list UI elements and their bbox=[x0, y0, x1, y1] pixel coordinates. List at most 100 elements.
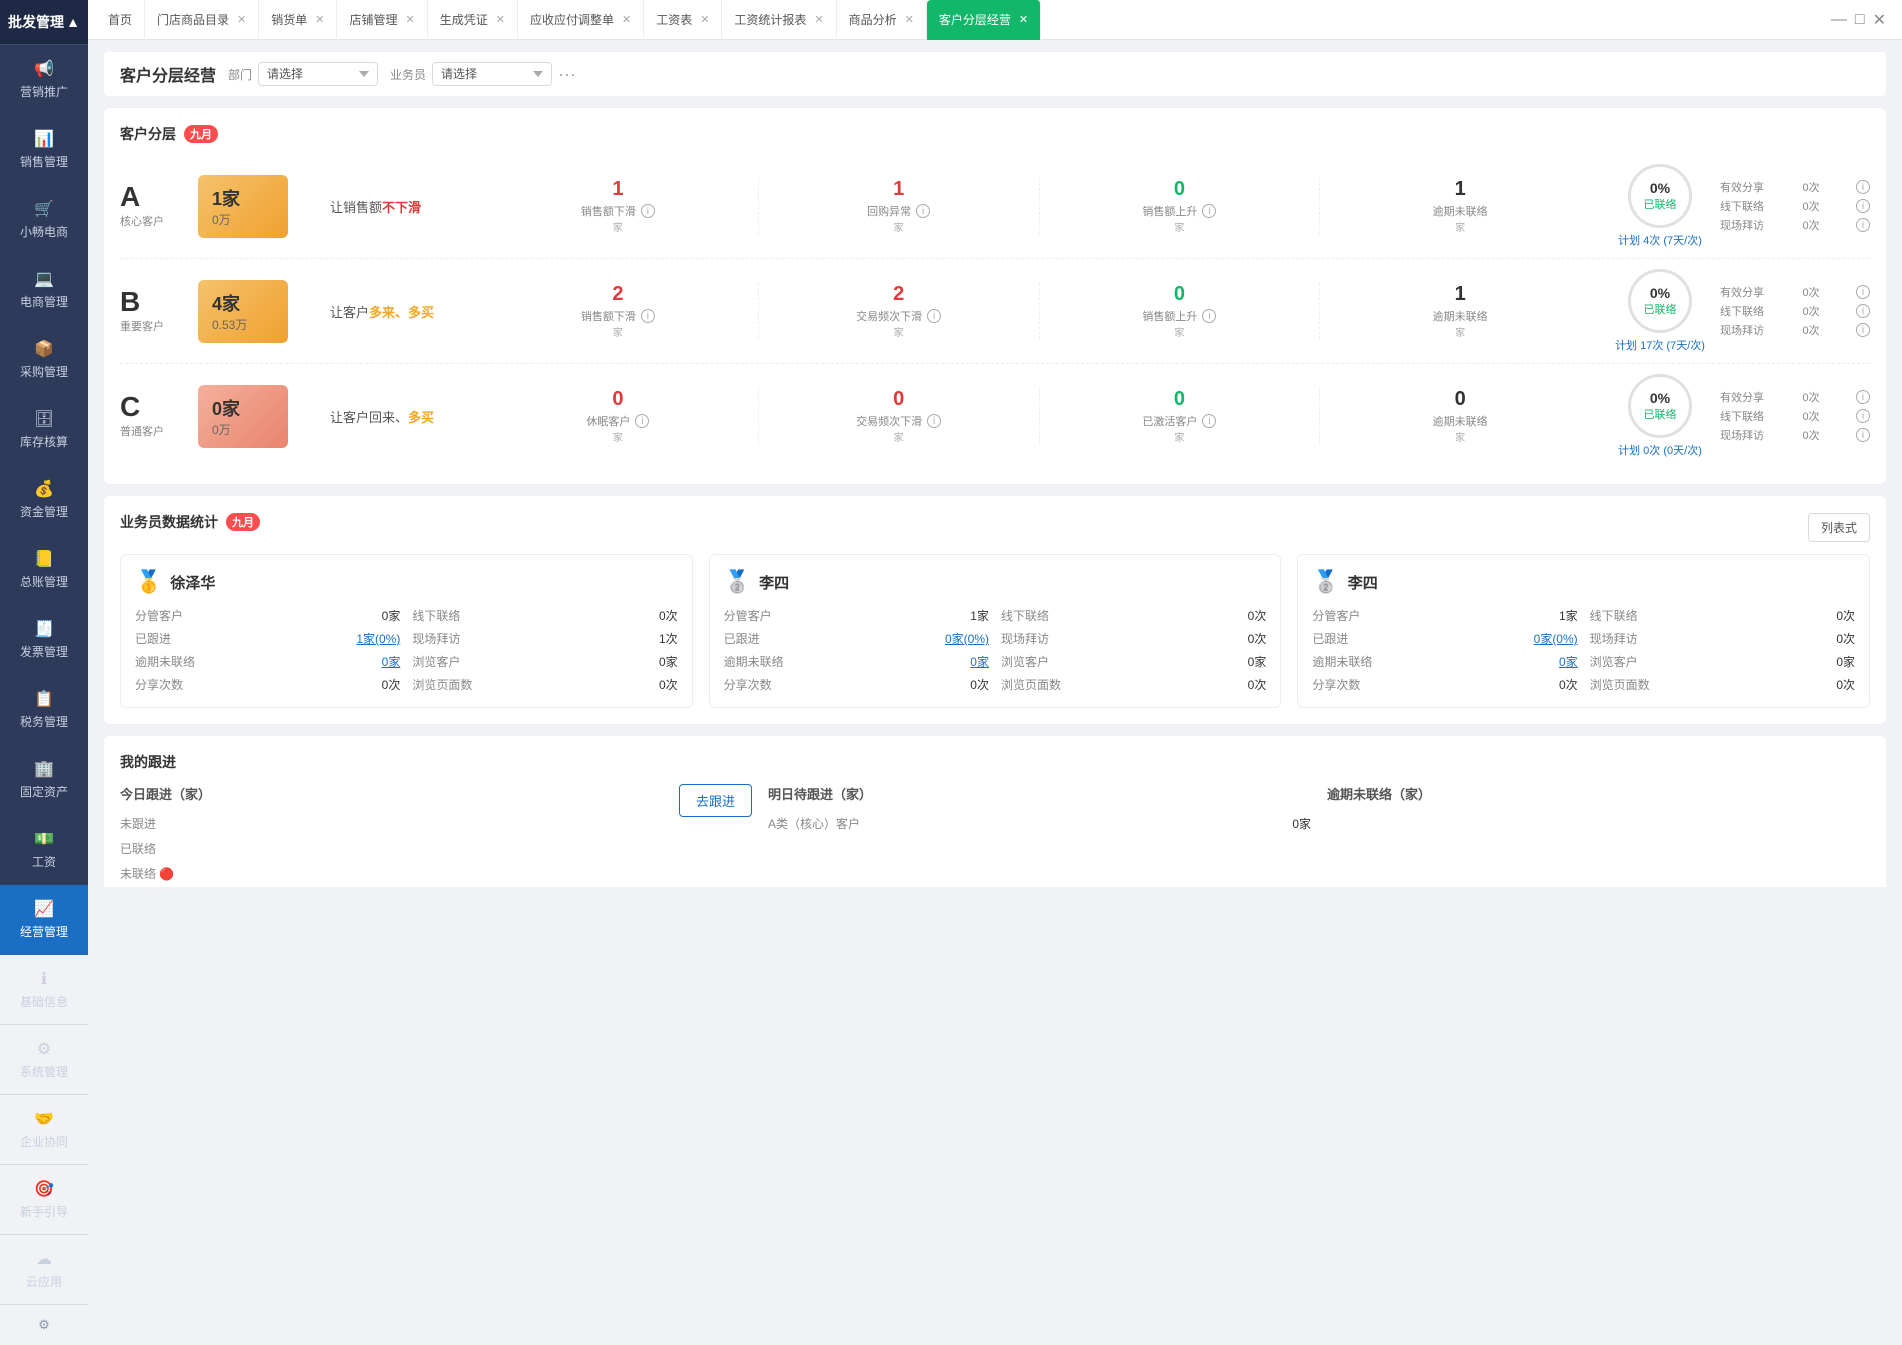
sidebar-item-diangshang[interactable]: 💻 电商管理 bbox=[0, 255, 88, 325]
info-icon-stat3[interactable]: i bbox=[1202, 309, 1216, 323]
info-icon-right1[interactable]: i bbox=[1856, 180, 1870, 194]
tab-close-store[interactable]: ✕ bbox=[237, 13, 246, 26]
tab-label-voucher: 生成凭证 bbox=[440, 11, 488, 28]
tab-close-receivable[interactable]: ✕ bbox=[622, 13, 631, 26]
info-icon-right3[interactable]: i bbox=[1856, 218, 1870, 232]
info-icon-stat1[interactable]: i bbox=[641, 309, 655, 323]
sidebar-item-gudingzichan[interactable]: 🏢固定资产 bbox=[0, 745, 88, 815]
tab-close-customer[interactable]: ✕ bbox=[1019, 13, 1028, 26]
info-icon-stat1[interactable]: i bbox=[641, 204, 655, 218]
sales-select[interactable]: 请选择 bbox=[432, 62, 552, 86]
sidebar-icon-jingying: 📈 bbox=[8, 899, 80, 919]
staff-name-2: 李四 bbox=[1348, 572, 1378, 593]
go-follow-button[interactable]: 去跟进 bbox=[679, 784, 752, 817]
sidebar-label-diangshang: 电商管理 bbox=[8, 293, 80, 310]
staff-stat-item: 线下联络 0次 bbox=[1001, 607, 1266, 624]
info-icon-stat2[interactable]: i bbox=[916, 204, 930, 218]
tab-maximize-icon[interactable]: □ bbox=[1855, 11, 1865, 29]
content-area: 客户分层经营 部门 请选择 业务员 请选择 ··· 客户分层 九月 bbox=[88, 40, 1902, 887]
main-area: 首页门店商品目录✕销货单✕店铺管理✕生成凭证✕应收应付调整单✕工资表✕工资统计报… bbox=[88, 0, 1902, 887]
tier-right-stats-C: 有效分享 0次 i 线下联络 0次 i 现场拜访 0次 i bbox=[1720, 389, 1870, 443]
tab-close-shop[interactable]: ✕ bbox=[406, 13, 415, 26]
tab-close-wage[interactable]: ✕ bbox=[700, 13, 709, 26]
sidebar-icon-xinshou: 🎯 bbox=[8, 1179, 80, 1199]
sidebar-item-zongzhang[interactable]: 📒 总账管理 bbox=[0, 535, 88, 605]
tier-right-stats-B: 有效分享 0次 i 线下联络 0次 i 现场拜访 0次 i bbox=[1720, 284, 1870, 338]
tab-close-wagereport[interactable]: ✕ bbox=[814, 13, 823, 26]
sidebar-settings[interactable]: ⚙ bbox=[0, 1305, 88, 1345]
tab-receivable[interactable]: 应收应付调整单✕ bbox=[518, 0, 644, 40]
customer-tier-section: 客户分层 九月 A 核心客户 1家 0万 让销售额不下滑 1 销售额下滑i 家 … bbox=[104, 108, 1886, 484]
sidebar-label-caigou: 采购管理 bbox=[8, 363, 80, 380]
staff-stat-item: 已跟进 0家(0%) bbox=[724, 630, 989, 647]
more-options-icon[interactable]: ··· bbox=[558, 64, 576, 85]
info-icon-stat3[interactable]: i bbox=[1202, 414, 1216, 428]
info-icon-right1[interactable]: i bbox=[1856, 285, 1870, 299]
sidebar-label-fapiao: 发票管理 bbox=[8, 643, 80, 660]
info-icon-stat2[interactable]: i bbox=[927, 414, 941, 428]
followup-grid: 今日跟进（家） 未跟进已联络未联络 🔴无需跟进1 去跟进 明日待跟进（家） A类… bbox=[120, 784, 1870, 887]
info-icon-stat3[interactable]: i bbox=[1202, 204, 1216, 218]
staff-stat-item: 逾期未联络 0家 bbox=[1312, 653, 1577, 670]
info-icon-right2[interactable]: i bbox=[1856, 304, 1870, 318]
sidebar-item-jingying[interactable]: 📈经营管理 bbox=[0, 885, 88, 955]
sidebar-item-xiaoshou[interactable]: 📊销售管理 bbox=[0, 115, 88, 185]
sidebar-item-xinshou[interactable]: 🎯新手引导 bbox=[0, 1165, 88, 1235]
sidebar-item-gongzi[interactable]: 💵工资 bbox=[0, 815, 88, 885]
tab-wagereport[interactable]: 工资统计报表✕ bbox=[722, 0, 836, 40]
info-icon-right1[interactable]: i bbox=[1856, 390, 1870, 404]
sidebar: 批发管理 ▲ 📢营销推广📊销售管理🛒小畅电商 💻 电商管理 📦采购管理🗄库存核算💰资金… bbox=[0, 0, 88, 887]
sidebar-item-kucun[interactable]: 🗄库存核算 bbox=[0, 395, 88, 465]
followup-header: 我的跟进 bbox=[120, 752, 1870, 772]
staff-card-header-2: 🥈 李四 bbox=[1312, 569, 1855, 595]
sidebar-item-zijin[interactable]: 💰资金管理 bbox=[0, 465, 88, 535]
tab-voucher[interactable]: 生成凭证 ✕ bbox=[428, 0, 518, 40]
tier-amount-A: 1家 0万 bbox=[198, 175, 318, 238]
sidebar-item-yun[interactable]: ☁云应用 bbox=[0, 1235, 88, 1305]
tab-store[interactable]: 门店商品目录✕ bbox=[145, 0, 259, 40]
list-view-button[interactable]: 列表式 bbox=[1808, 513, 1870, 542]
tab-sales[interactable]: 销货单✕ bbox=[259, 0, 337, 40]
info-icon-right2[interactable]: i bbox=[1856, 199, 1870, 213]
info-icon-stat2[interactable]: i bbox=[927, 309, 941, 323]
sidebar-item-yingxiao[interactable]: 📢营销推广 bbox=[0, 45, 88, 115]
tab-customer[interactable]: 客户分层经营✕ bbox=[927, 0, 1041, 40]
sidebar-item-xiaodian[interactable]: 🛒小畅电商 bbox=[0, 185, 88, 255]
sidebar-item-jichu[interactable]: ℹ基础信息 bbox=[0, 955, 88, 1025]
sidebar-top[interactable]: 批发管理 ▲ bbox=[0, 0, 88, 45]
sidebar-label-zongzhang: 总账管理 bbox=[8, 573, 80, 590]
sidebar-icon-zongzhang: 📒 bbox=[8, 549, 80, 569]
tab-close-voucher[interactable]: ✕ bbox=[496, 13, 505, 26]
info-icon-right2[interactable]: i bbox=[1856, 409, 1870, 423]
followup-section: 我的跟进 今日跟进（家） 未跟进已联络未联络 🔴无需跟进1 去跟进 明日待跟进（… bbox=[104, 736, 1886, 887]
staff-stat-item: 分管客户 0家 bbox=[135, 607, 400, 624]
tab-minimize-icon[interactable]: — bbox=[1831, 11, 1847, 29]
staff-stat-item: 线下联络 0次 bbox=[1590, 607, 1855, 624]
dept-select[interactable]: 请选择 bbox=[258, 62, 378, 86]
sidebar-label-jichu: 基础信息 bbox=[8, 993, 80, 1010]
tier-stat3-B: 0 销售额上升i 家 bbox=[1040, 283, 1321, 339]
tab-close-icon[interactable]: ✕ bbox=[1873, 10, 1886, 30]
tab-close-sales[interactable]: ✕ bbox=[315, 13, 324, 26]
sidebar-item-fapiao[interactable]: 🧾发票管理 bbox=[0, 605, 88, 675]
staff-stat-item: 分管客户 1家 bbox=[1312, 607, 1577, 624]
tab-goods[interactable]: 商品分析✕ bbox=[837, 0, 927, 40]
info-icon-right3[interactable]: i bbox=[1856, 428, 1870, 442]
sidebar-item-qiye[interactable]: 🤝企业协同 bbox=[0, 1095, 88, 1165]
staff-stat-item: 浏览页面数 0次 bbox=[412, 676, 677, 693]
tab-bar-end: — □ ✕ bbox=[1831, 10, 1894, 30]
tab-shop[interactable]: 店铺管理✕ bbox=[337, 0, 427, 40]
tab-home[interactable]: 首页 bbox=[96, 0, 145, 40]
info-icon-right3[interactable]: i bbox=[1856, 323, 1870, 337]
sidebar-icon-diangshang: 💻 bbox=[8, 269, 80, 289]
staff-stat-item: 线下联络 0次 bbox=[412, 607, 677, 624]
sidebar-item-shuiwu[interactable]: 📋税务管理 bbox=[0, 675, 88, 745]
tier-stat3-A: 0 销售额上升i 家 bbox=[1040, 178, 1321, 234]
tier-circle-A: 0% 已联络 计划 4次 (7天/次) bbox=[1600, 164, 1720, 248]
tab-wage[interactable]: 工资表✕ bbox=[644, 0, 722, 40]
tab-close-goods[interactable]: ✕ bbox=[905, 13, 914, 26]
sidebar-item-xitong[interactable]: ⚙系统管理 bbox=[0, 1025, 88, 1095]
sidebar-collapse-icon[interactable]: ▲ bbox=[66, 14, 80, 30]
sidebar-item-caigou[interactable]: 📦采购管理 bbox=[0, 325, 88, 395]
info-icon-stat1[interactable]: i bbox=[635, 414, 649, 428]
